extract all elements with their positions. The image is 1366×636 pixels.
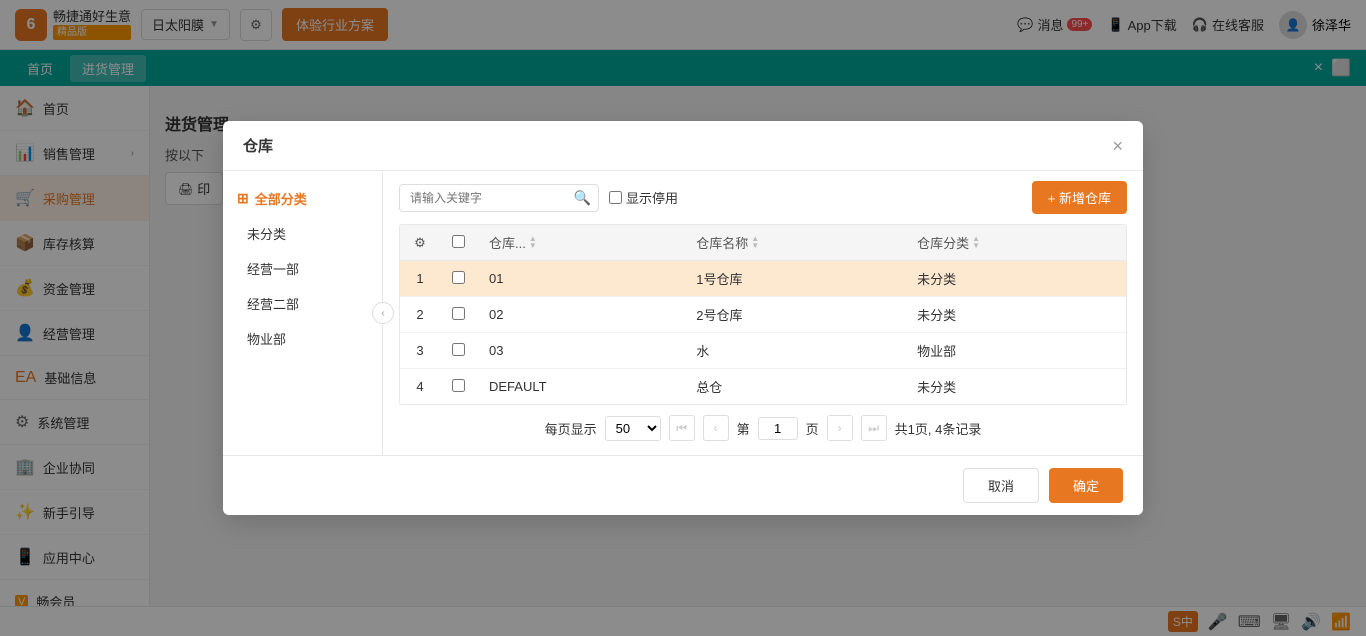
row-index: 3 [400, 333, 440, 369]
col-code-label: 仓库... [489, 233, 526, 252]
sort-icon-name: ▲▼ [751, 236, 759, 249]
show-disabled-label: 显示停用 [609, 188, 678, 207]
row-index: 2 [400, 297, 440, 333]
sort-icon-code: ▲▼ [529, 236, 537, 249]
col-category-header: 仓库分类 ▲▼ [905, 225, 1126, 261]
modal-category-sidebar: ⊞ 全部分类 未分类 经营一部 经营二部 物业部 ‹ [223, 171, 383, 455]
row-name: 水 [684, 333, 905, 369]
table-row: 4 DEFAULT 总仓 未分类 [400, 369, 1126, 405]
search-wrap: 🔍 [399, 184, 599, 212]
add-warehouse-button[interactable]: + 新增仓库 [1032, 181, 1127, 214]
total-info: 共1页, 4条记录 [895, 419, 982, 438]
category-property[interactable]: 物业部 [223, 321, 382, 356]
table-header-row: ⚙ 仓库... ▲▼ [400, 225, 1126, 261]
search-icon[interactable]: 🔍 [574, 189, 591, 206]
table-row: 3 03 水 物业部 [400, 333, 1126, 369]
page-number-input[interactable] [758, 417, 798, 440]
row-code: 02 [477, 297, 684, 333]
row-name: 2号仓库 [684, 297, 905, 333]
category-unclassified[interactable]: 未分类 [223, 216, 382, 251]
next-page-button[interactable]: › [827, 415, 853, 441]
col-category-label: 仓库分类 [917, 233, 969, 252]
per-page-select[interactable]: 10 20 50 100 [605, 416, 661, 441]
row-name: 1号仓库 [684, 261, 905, 297]
table-row: 2 02 2号仓库 未分类 [400, 297, 1126, 333]
row-code: 01 [477, 261, 684, 297]
page-label-pre: 第 [737, 419, 750, 438]
last-page-button[interactable]: ⏭ [861, 415, 887, 441]
sort-icon-category: ▲▼ [972, 236, 980, 249]
warehouse-table-wrap: ⚙ 仓库... ▲▼ [399, 224, 1127, 405]
sidebar-collapse-button[interactable]: ‹ [372, 302, 394, 324]
row-checkbox-cell [440, 333, 477, 369]
cancel-button[interactable]: 取消 [963, 468, 1039, 503]
row-checkbox[interactable] [452, 343, 465, 356]
row-name: 总仓 [684, 369, 905, 405]
col-gear: ⚙ [400, 225, 440, 261]
modal-overlay: 仓库 × ⊞ 全部分类 未分类 经营一部 经营二部 物业部 ‹ [0, 0, 1366, 636]
row-category: 未分类 [905, 369, 1126, 405]
prev-page-button[interactable]: ‹ [703, 415, 729, 441]
confirm-button[interactable]: 确定 [1049, 468, 1123, 503]
row-checkbox[interactable] [452, 307, 465, 320]
modal-toolbar: 🔍 显示停用 + 新增仓库 [399, 181, 1127, 214]
warehouse-table: ⚙ 仓库... ▲▼ [400, 225, 1126, 404]
all-categories-item[interactable]: ⊞ 全部分类 [223, 181, 382, 216]
row-checkbox-cell [440, 369, 477, 405]
modal-main-content: 🔍 显示停用 + 新增仓库 ⚙ [383, 171, 1143, 455]
modal-title: 仓库 [243, 135, 273, 156]
col-checkbox [440, 225, 477, 261]
show-disabled-checkbox[interactable] [609, 191, 622, 204]
per-page-label: 每页显示 [545, 419, 597, 438]
select-all-checkbox[interactable] [452, 235, 465, 248]
row-code: DEFAULT [477, 369, 684, 405]
warehouse-search-input[interactable] [399, 184, 599, 212]
row-code: 03 [477, 333, 684, 369]
row-checkbox[interactable] [452, 271, 465, 284]
modal-footer: 取消 确定 [223, 455, 1143, 515]
row-category: 未分类 [905, 297, 1126, 333]
row-category: 物业部 [905, 333, 1126, 369]
row-category: 未分类 [905, 261, 1126, 297]
grid-icon: ⊞ [237, 190, 249, 207]
modal-body: ⊞ 全部分类 未分类 经营一部 经营二部 物业部 ‹ 🔍 [223, 171, 1143, 455]
page-label: 页 [806, 419, 819, 438]
col-name-label: 仓库名称 [696, 233, 748, 252]
col-code-header: 仓库... ▲▼ [477, 225, 684, 261]
col-name-header: 仓库名称 ▲▼ [684, 225, 905, 261]
modal-header: 仓库 × [223, 121, 1143, 171]
row-index: 4 [400, 369, 440, 405]
all-categories-label: 全部分类 [255, 189, 307, 208]
row-index: 1 [400, 261, 440, 297]
category-operations-1[interactable]: 经营一部 [223, 251, 382, 286]
modal-pagination: 每页显示 10 20 50 100 ⏮ ‹ 第 页 › ⏭ 共1页, 4条记录 [399, 405, 1127, 445]
first-page-button[interactable]: ⏮ [669, 415, 695, 441]
row-checkbox-cell [440, 261, 477, 297]
row-checkbox-cell [440, 297, 477, 333]
category-operations-2[interactable]: 经营二部 [223, 286, 382, 321]
row-checkbox[interactable] [452, 379, 465, 392]
modal-close-button[interactable]: × [1112, 137, 1123, 155]
table-row: 1 01 1号仓库 未分类 [400, 261, 1126, 297]
warehouse-modal: 仓库 × ⊞ 全部分类 未分类 经营一部 经营二部 物业部 ‹ [223, 121, 1143, 515]
